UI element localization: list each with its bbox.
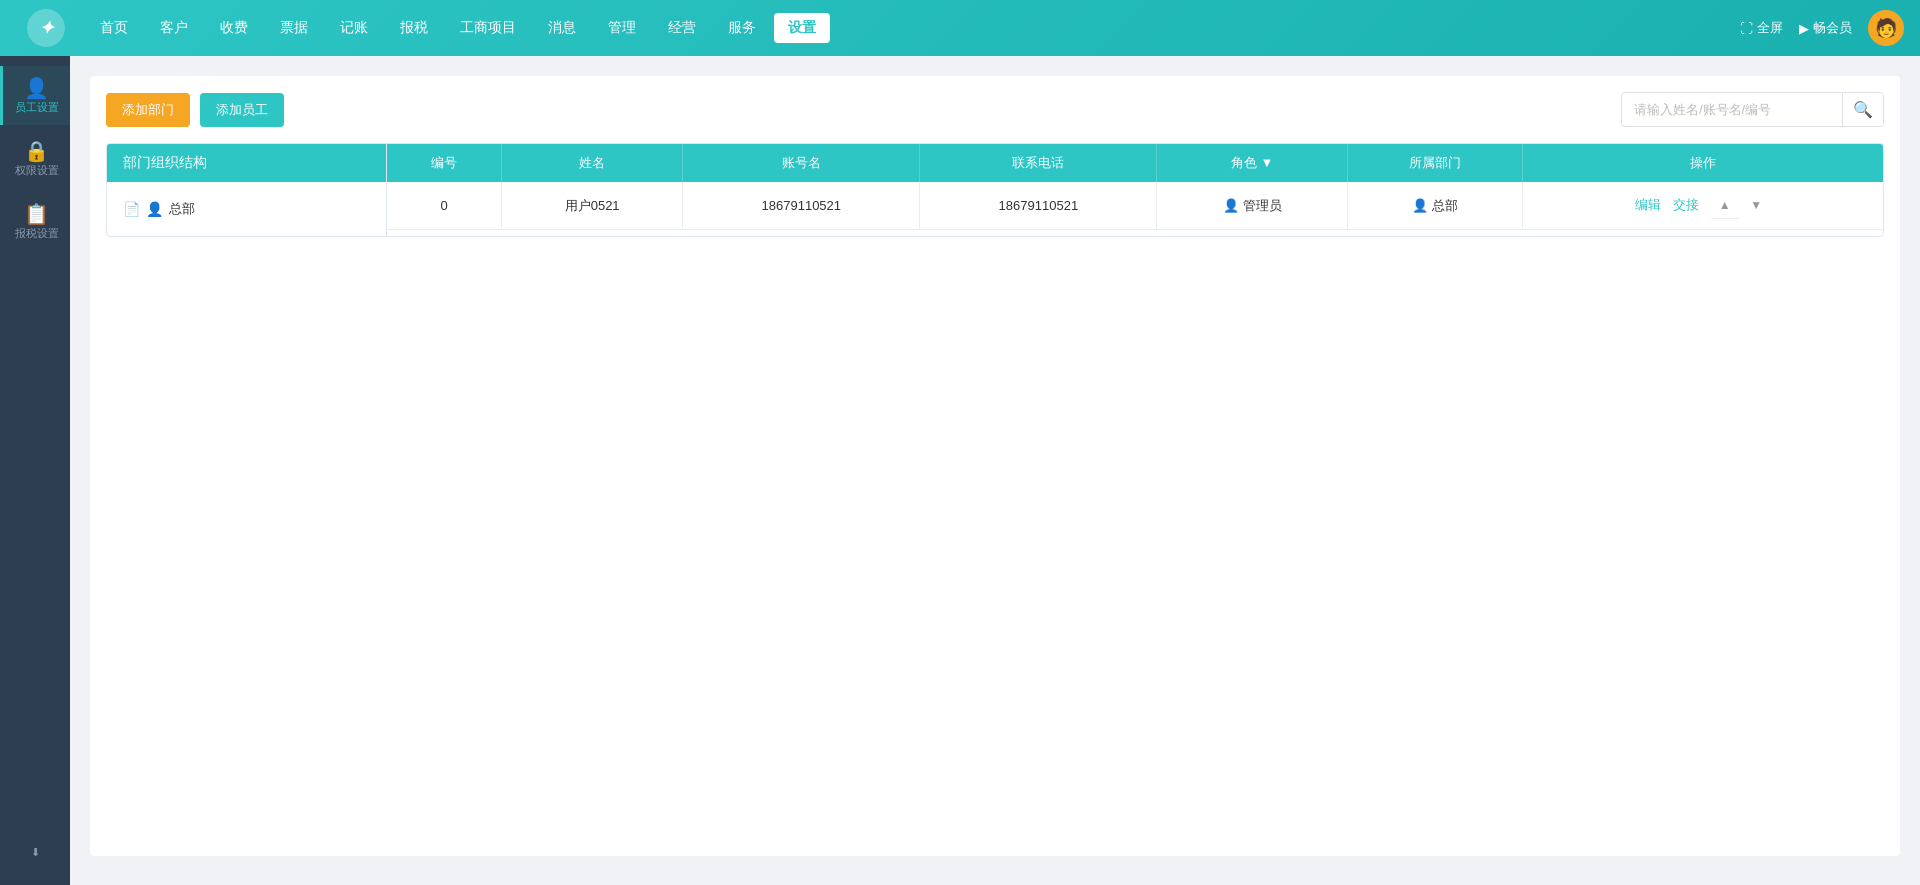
dept-label-headquarters: 总部 (169, 200, 195, 218)
nav-item-manage[interactable]: 管理 (594, 13, 650, 43)
fullscreen-button[interactable]: ⛶ 全屏 (1740, 19, 1783, 37)
col-header-department: 所属部门 (1347, 144, 1522, 182)
table-row: 0 用户0521 18679110521 18679110521 👤 管理员 (387, 182, 1883, 230)
cell-actions: 编辑 交接 ▲ ▼ (1522, 182, 1883, 230)
fullscreen-icon: ⛶ (1740, 21, 1753, 36)
nav-item-bookkeeping[interactable]: 记账 (326, 13, 382, 43)
file-icon: 📄 (123, 201, 140, 217)
sidebar-item-tax-settings[interactable]: 📋 报税设置 (0, 192, 70, 251)
member-label: 畅会员 (1813, 19, 1852, 37)
sidebar-item-employee[interactable]: 👤 员工设置 (0, 66, 70, 125)
scroll-down-arrow[interactable]: ▼ (1742, 192, 1770, 218)
employee-table-wrapper: 编号 姓名 账号名 联系电话 角色 ▼ 所属部门 操作 (387, 144, 1883, 236)
nav-item-business[interactable]: 工商项目 (446, 13, 530, 43)
nav-item-customer[interactable]: 客户 (146, 13, 202, 43)
sidebar: 👤 员工设置 🔒 权限设置 📋 报税设置 ⬇ (0, 56, 70, 885)
content-wrapper: 添加部门 添加员工 🔍 部门组织结构 📄 👤 总部 (90, 76, 1900, 856)
sidebar-label-permission: 权限设置 (15, 165, 59, 176)
employee-icon: 👤 (24, 78, 49, 98)
sidebar-item-permission[interactable]: 🔒 权限设置 (0, 129, 70, 188)
scroll-up-arrow[interactable]: ▲ (1711, 192, 1739, 219)
role-badge: 👤 管理员 (1223, 197, 1282, 215)
search-bar: 🔍 (1621, 92, 1884, 127)
sidebar-label-tax-settings: 报税设置 (15, 228, 59, 239)
add-department-button[interactable]: 添加部门 (106, 93, 190, 127)
nav-item-settings[interactable]: 设置 (774, 13, 830, 43)
employee-table: 编号 姓名 账号名 联系电话 角色 ▼ 所属部门 操作 (387, 144, 1883, 230)
role-person-icon: 👤 (1223, 198, 1239, 213)
toolbar: 添加部门 添加员工 🔍 (106, 92, 1884, 127)
search-button[interactable]: 🔍 (1842, 93, 1883, 126)
sidebar-bottom: ⬇ (0, 836, 70, 885)
col-header-account: 账号名 (683, 144, 920, 182)
role-header-text: 角色 ▼ (1231, 155, 1273, 170)
nav-item-operation[interactable]: 经营 (654, 13, 710, 43)
dept-badge: 👤 总部 (1412, 197, 1458, 215)
person-icon: 👤 (146, 201, 163, 217)
cell-phone: 18679110521 (920, 182, 1157, 230)
logo-icon: ✦ (27, 9, 65, 47)
col-header-role[interactable]: 角色 ▼ (1157, 144, 1348, 182)
download-icon: ⬇ (31, 846, 40, 859)
nav-menu: 首页 客户 收费 票据 记账 报税 工商项目 消息 管理 经营 服务 设置 (86, 13, 1740, 43)
avatar[interactable]: 🧑 (1868, 10, 1904, 46)
member-icon: ▶ (1799, 21, 1809, 36)
search-input[interactable] (1622, 95, 1842, 124)
dept-tree-body: 📄 👤 总部 (107, 182, 386, 236)
nav-item-service[interactable]: 服务 (714, 13, 770, 43)
top-navigation: ✦ 首页 客户 收费 票据 记账 报税 工商项目 消息 管理 经营 服务 设置 … (0, 0, 1920, 56)
dept-label: 总部 (1432, 197, 1458, 215)
search-icon: 🔍 (1853, 101, 1873, 118)
cell-department: 👤 总部 (1347, 182, 1522, 230)
nav-item-home[interactable]: 首页 (86, 13, 142, 43)
dept-person-icon: 👤 (1412, 198, 1428, 213)
tax-settings-icon: 📋 (24, 204, 49, 224)
role-label: 管理员 (1243, 197, 1282, 215)
col-header-actions: 操作 (1522, 144, 1883, 182)
cell-name: 用户0521 (502, 182, 683, 230)
fullscreen-label: 全屏 (1757, 19, 1783, 37)
cell-account: 18679110521 (683, 182, 920, 230)
dept-tree-item-headquarters[interactable]: 📄 👤 总部 (107, 192, 386, 226)
edit-link[interactable]: 编辑 (1635, 197, 1661, 212)
sidebar-download[interactable]: ⬇ (0, 836, 70, 869)
dept-tree-header: 部门组织结构 (107, 144, 386, 182)
member-button[interactable]: ▶ 畅会员 (1799, 19, 1852, 37)
nav-right: ⛶ 全屏 ▶ 畅会员 🧑 (1740, 10, 1904, 46)
col-header-id: 编号 (387, 144, 502, 182)
nav-item-tax[interactable]: 报税 (386, 13, 442, 43)
table-header-row: 编号 姓名 账号名 联系电话 角色 ▼ 所属部门 操作 (387, 144, 1883, 182)
nav-item-invoice[interactable]: 票据 (266, 13, 322, 43)
cell-id: 0 (387, 182, 502, 230)
cell-role: 👤 管理员 (1157, 182, 1348, 230)
nav-item-message[interactable]: 消息 (534, 13, 590, 43)
col-header-phone: 联系电话 (920, 144, 1157, 182)
logo: ✦ (16, 9, 76, 47)
table-layout: 部门组织结构 📄 👤 总部 编号 姓名 (106, 143, 1884, 237)
lock-icon: 🔒 (24, 141, 49, 161)
sidebar-label-employee: 员工设置 (15, 102, 59, 113)
add-employee-button[interactable]: 添加员工 (200, 93, 284, 127)
dept-tree: 部门组织结构 📄 👤 总部 (107, 144, 387, 236)
col-header-name: 姓名 (502, 144, 683, 182)
transfer-link[interactable]: 交接 (1673, 197, 1699, 212)
dept-tree-title: 部门组织结构 (123, 154, 207, 170)
main-content: 添加部门 添加员工 🔍 部门组织结构 📄 👤 总部 (70, 56, 1920, 885)
nav-item-fee[interactable]: 收费 (206, 13, 262, 43)
